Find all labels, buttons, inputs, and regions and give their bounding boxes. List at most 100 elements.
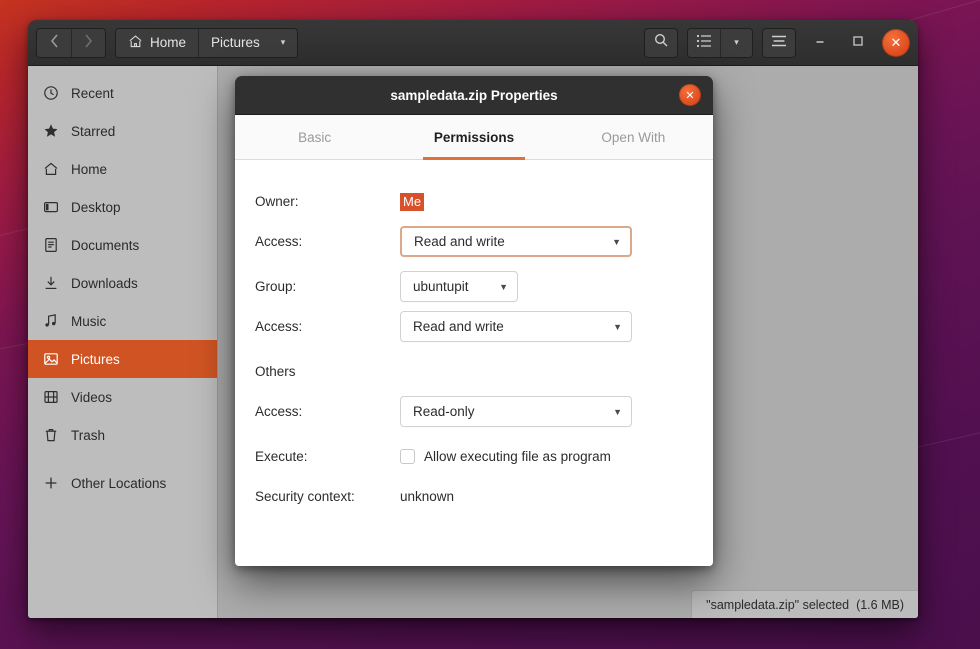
execute-checkbox-row[interactable]: Allow executing file as program bbox=[400, 449, 611, 464]
sidebar-item-starred[interactable]: Starred bbox=[28, 112, 217, 150]
home-icon bbox=[128, 34, 143, 52]
group-access-label: Access: bbox=[255, 319, 303, 334]
execute-checkbox[interactable] bbox=[400, 449, 415, 464]
tab-open-with[interactable]: Open With bbox=[554, 115, 713, 159]
tab-label: Basic bbox=[298, 129, 332, 145]
close-button[interactable]: ✕ bbox=[882, 28, 910, 57]
group-row: Group: ubuntupit ▼ bbox=[235, 271, 713, 302]
sidebar-item-label: Recent bbox=[71, 85, 114, 101]
execute-label: Execute: bbox=[255, 449, 308, 464]
chevron-down-icon: ▼ bbox=[613, 321, 622, 332]
owner-row: Owner: Me bbox=[235, 186, 713, 217]
dialog-tab-bar: Basic Permissions Open With bbox=[235, 115, 713, 160]
sidebar-item-other-locations[interactable]: Other Locations bbox=[28, 464, 217, 502]
sidebar-item-label: Home bbox=[71, 161, 108, 177]
sidebar-item-pictures[interactable]: Pictures bbox=[28, 340, 217, 378]
permissions-panel: Owner: Me Access: Read and write ▼ Group… bbox=[235, 160, 713, 566]
sidebar-item-trash[interactable]: Trash bbox=[28, 416, 217, 454]
breadcrumb: Home Pictures ▾ bbox=[115, 27, 299, 58]
minimize-button[interactable] bbox=[806, 29, 834, 57]
sidebar: Recent Starred Home Desktop Documents Do… bbox=[28, 66, 218, 618]
maximize-icon bbox=[852, 34, 864, 52]
dialog-close-button[interactable]: ✕ bbox=[679, 84, 701, 106]
chevron-down-icon: ▾ bbox=[280, 37, 286, 47]
sidebar-item-label: Documents bbox=[71, 237, 140, 253]
picture-icon bbox=[42, 351, 59, 368]
sidebar-item-label: Other Locations bbox=[71, 475, 167, 491]
chevron-down-icon: ▼ bbox=[499, 281, 508, 292]
download-icon bbox=[42, 275, 59, 292]
breadcrumb-pictures-label: Pictures bbox=[211, 35, 260, 50]
tab-permissions[interactable]: Permissions bbox=[394, 115, 553, 160]
sidebar-item-label: Starred bbox=[71, 123, 116, 139]
group-dropdown[interactable]: ubuntupit ▼ bbox=[400, 271, 518, 302]
others-access-row: Access: Read-only ▼ bbox=[235, 396, 713, 427]
properties-dialog: sampledata.zip Properties ✕ Basic Permis… bbox=[235, 76, 713, 566]
desktop-background: Home Pictures ▾ ▾ ✕ Recent Starred Home … bbox=[0, 0, 980, 649]
hamburger-menu-icon bbox=[771, 34, 787, 52]
navigation-button-group bbox=[36, 27, 106, 58]
breadcrumb-item-pictures[interactable]: Pictures ▾ bbox=[198, 28, 298, 57]
sidebar-item-home[interactable]: Home bbox=[28, 150, 217, 188]
owner-access-value: Read and write bbox=[414, 234, 505, 249]
home-icon bbox=[42, 161, 59, 178]
sidebar-item-downloads[interactable]: Downloads bbox=[28, 264, 217, 302]
search-icon bbox=[653, 32, 669, 53]
group-access-value: Read and write bbox=[413, 319, 504, 334]
star-icon bbox=[42, 123, 59, 140]
plus-icon bbox=[42, 475, 59, 492]
clock-icon bbox=[42, 85, 59, 102]
owner-access-label: Access: bbox=[255, 234, 303, 249]
group-access-row: Access: Read and write ▼ bbox=[235, 311, 713, 342]
sidebar-item-music[interactable]: Music bbox=[28, 302, 217, 340]
main-menu-button[interactable] bbox=[762, 27, 796, 58]
list-view-button[interactable] bbox=[688, 28, 720, 57]
video-icon bbox=[42, 389, 59, 406]
sidebar-item-label: Music bbox=[71, 313, 107, 329]
owner-label: Owner: bbox=[255, 194, 299, 209]
breadcrumb-home-label: Home bbox=[150, 35, 187, 50]
view-controls-group: ▾ bbox=[687, 27, 753, 58]
group-value: ubuntupit bbox=[413, 279, 469, 294]
chevron-right-icon bbox=[84, 33, 93, 52]
dialog-title: sampledata.zip Properties bbox=[390, 87, 558, 103]
security-context-label: Security context: bbox=[255, 489, 355, 504]
dialog-titlebar: sampledata.zip Properties ✕ bbox=[235, 76, 713, 115]
sidebar-item-label: Desktop bbox=[71, 199, 121, 215]
security-context-row: Security context: unknown bbox=[235, 481, 713, 512]
tab-basic[interactable]: Basic bbox=[235, 115, 394, 159]
music-icon bbox=[42, 313, 59, 330]
sidebar-item-label: Trash bbox=[71, 427, 106, 443]
sidebar-item-label: Pictures bbox=[71, 351, 120, 367]
search-button[interactable] bbox=[644, 27, 678, 58]
tab-label: Permissions bbox=[433, 129, 515, 145]
view-options-button[interactable]: ▾ bbox=[720, 28, 752, 57]
forward-button[interactable] bbox=[71, 28, 105, 57]
sidebar-item-recent[interactable]: Recent bbox=[28, 74, 217, 112]
close-icon: ✕ bbox=[890, 34, 902, 50]
others-access-value: Read-only bbox=[413, 404, 475, 419]
others-access-dropdown[interactable]: Read-only ▼ bbox=[400, 396, 632, 427]
owner-access-row: Access: Read and write ▼ bbox=[235, 226, 713, 257]
maximize-button[interactable] bbox=[844, 29, 872, 57]
sidebar-item-videos[interactable]: Videos bbox=[28, 378, 217, 416]
status-bar-label: "sampledata.zip" selected (1.6 MB) bbox=[706, 597, 904, 612]
window-headerbar: Home Pictures ▾ ▾ ✕ bbox=[28, 20, 918, 66]
sidebar-item-documents[interactable]: Documents bbox=[28, 226, 217, 264]
sidebar-item-label: Videos bbox=[71, 389, 113, 405]
execute-checkbox-label: Allow executing file as program bbox=[424, 449, 611, 464]
chevron-left-icon bbox=[50, 33, 59, 52]
chevron-down-icon: ▾ bbox=[734, 37, 739, 47]
group-label: Group: bbox=[255, 279, 297, 294]
owner-value[interactable]: Me bbox=[400, 192, 425, 211]
group-access-dropdown[interactable]: Read and write ▼ bbox=[400, 311, 632, 342]
sidebar-item-label: Downloads bbox=[71, 275, 138, 291]
chevron-down-icon: ▼ bbox=[612, 236, 621, 247]
back-button[interactable] bbox=[37, 28, 71, 57]
sidebar-item-desktop[interactable]: Desktop bbox=[28, 188, 217, 226]
breadcrumb-item-home[interactable]: Home bbox=[116, 28, 199, 57]
execute-row: Execute: Allow executing file as program bbox=[235, 441, 713, 472]
others-label: Others bbox=[255, 364, 296, 379]
chevron-down-icon: ▼ bbox=[613, 406, 622, 417]
owner-access-dropdown[interactable]: Read and write ▼ bbox=[400, 226, 632, 257]
